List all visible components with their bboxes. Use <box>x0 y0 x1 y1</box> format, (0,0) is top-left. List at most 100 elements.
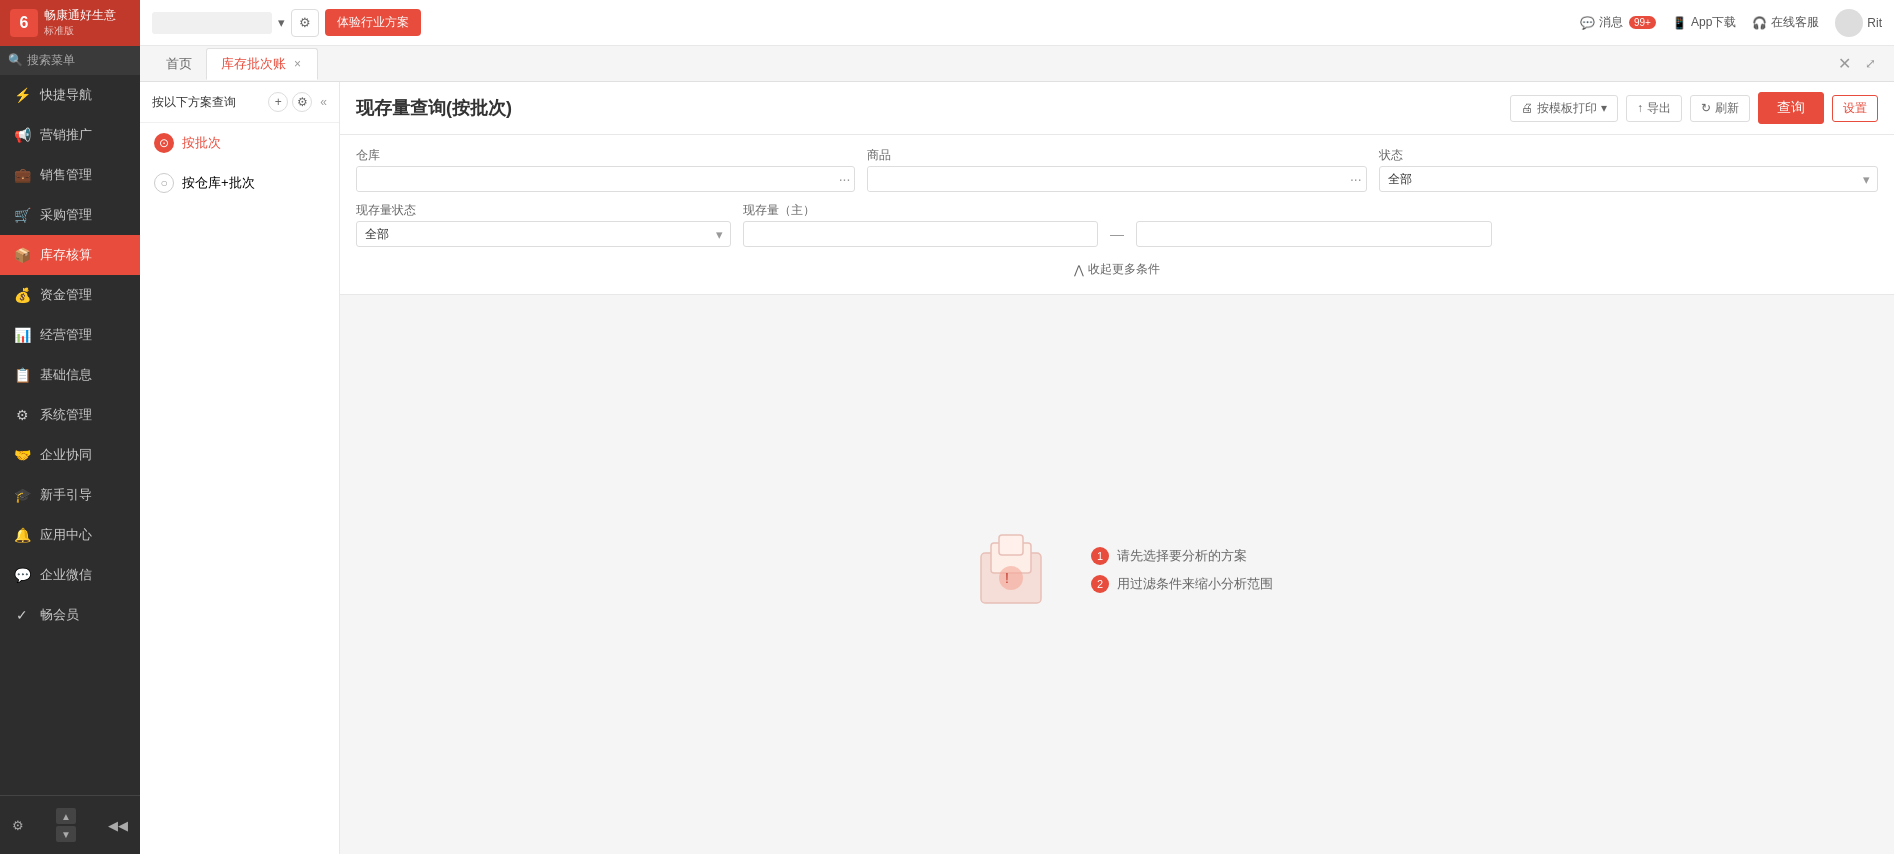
page-resize-icon[interactable]: ⤢ <box>1859 52 1882 75</box>
filter-item-batch-icon: ⊙ <box>154 133 174 153</box>
scroll-down-btn[interactable]: ▼ <box>56 826 76 842</box>
collapse-btn[interactable]: ⋀ 收起更多条件 <box>1062 257 1172 282</box>
tab-close-btn[interactable]: × <box>292 57 303 71</box>
messages-badge: 99+ <box>1629 16 1656 29</box>
sidebar-item-quick-nav[interactable]: ⚡ 快捷导航 <box>0 75 140 115</box>
print-template-btn[interactable]: 🖨 按模板打印 ▾ <box>1510 95 1618 122</box>
topbar-settings-btn[interactable]: ⚙ <box>291 9 319 37</box>
export-btn[interactable]: ↑ 导出 <box>1626 95 1682 122</box>
sidebar-item-label: 营销推广 <box>40 126 92 144</box>
warehouse-dots-btn[interactable]: ··· <box>835 169 855 189</box>
content-area: 按以下方案查询 + ⚙ « ⊙ 按批次 ○ 按仓库+批次 现存量查询(按批次) <box>140 82 1894 854</box>
collapse-icon: ⋀ <box>1074 263 1084 277</box>
empty-svg: ! <box>961 523 1061 623</box>
app-download-btn[interactable]: 📱 App下载 <box>1672 14 1736 31</box>
tab-home[interactable]: 首页 <box>152 49 206 79</box>
tab-home-label: 首页 <box>166 56 192 71</box>
warehouse-input[interactable] <box>357 167 835 191</box>
empty-state: ! 1 请先选择要分析的方案 2 用过滤条件来缩小分析范围 <box>340 295 1894 854</box>
stock-qty-min-input[interactable] <box>743 221 1099 247</box>
topbar-right: 💬 消息 99+ 📱 App下载 🎧 在线客服 Rit <box>1580 9 1882 37</box>
topbar-dropdown-icon[interactable]: ▾ <box>278 15 285 30</box>
product-input[interactable] <box>868 167 1346 191</box>
sidebar-item-sales[interactable]: 💼 销售管理 <box>0 155 140 195</box>
stock-status-select-wrapper: 全部 ▾ <box>356 221 731 247</box>
filter-item-batch-label: 按批次 <box>182 134 221 152</box>
status-label: 状态 <box>1379 147 1878 164</box>
footer-settings-icon[interactable]: ⚙ <box>12 818 24 833</box>
main-content: 现存量查询(按批次) 🖨 按模板打印 ▾ ↑ 导出 ↻ 刷新 <box>340 82 1894 854</box>
messages-btn[interactable]: 💬 消息 99+ <box>1580 14 1656 31</box>
purchase-icon: 🛒 <box>12 205 32 225</box>
operation-icon: 📊 <box>12 325 32 345</box>
sidebar-item-member[interactable]: ✓ 畅会员 <box>0 595 140 635</box>
empty-tip-2: 2 用过滤条件来缩小分析范围 <box>1091 575 1273 593</box>
filter-add-btn[interactable]: + <box>268 92 288 112</box>
settings-btn[interactable]: 设置 <box>1832 95 1878 122</box>
tab-batch-inventory-label: 库存批次账 <box>221 55 286 73</box>
print-template-label: 按模板打印 <box>1537 100 1597 117</box>
sidebar-item-finance[interactable]: 💰 资金管理 <box>0 275 140 315</box>
app-edition: 标准版 <box>44 24 116 38</box>
filter-settings-btn[interactable]: ⚙ <box>292 92 312 112</box>
username: Rit <box>1867 16 1882 30</box>
stock-qty-field: 现存量（主） — <box>743 202 1492 247</box>
sidebar-search[interactable]: 🔍 搜索菜单 <box>0 46 140 75</box>
footer-menu-icon[interactable]: ◀◀ <box>108 818 128 833</box>
stock-qty-label: 现存量（主） <box>743 202 1492 219</box>
sidebar-item-enterprise[interactable]: 🤝 企业协同 <box>0 435 140 475</box>
sidebar-item-system[interactable]: ⚙ 系统管理 <box>0 395 140 435</box>
breadcrumb-input[interactable] <box>152 12 272 34</box>
filter-item-by-batch[interactable]: ⊙ 按批次 <box>140 123 339 163</box>
user-avatar <box>1835 9 1863 37</box>
stock-status-field: 现存量状态 全部 ▾ <box>356 202 731 247</box>
basic-icon: 📋 <box>12 365 32 385</box>
sidebar-item-label: 应用中心 <box>40 526 92 544</box>
sidebar-item-operation[interactable]: 📊 经营管理 <box>0 315 140 355</box>
filter-item-by-warehouse-batch[interactable]: ○ 按仓库+批次 <box>140 163 339 203</box>
refresh-label: 刷新 <box>1715 100 1739 117</box>
empty-tip-1: 1 请先选择要分析的方案 <box>1091 547 1273 565</box>
filter-item-warehouse-batch-label: 按仓库+批次 <box>182 174 255 192</box>
stock-qty-max-input[interactable] <box>1136 221 1492 247</box>
form-row-1: 仓库 ··· 商品 ··· <box>356 147 1878 192</box>
query-btn[interactable]: 查询 <box>1758 92 1824 124</box>
tip-num-2: 2 <box>1091 575 1109 593</box>
guide-icon: 🎓 <box>12 485 32 505</box>
topbar-left: ▾ ⚙ 体验行业方案 <box>152 9 1572 37</box>
product-dots-btn[interactable]: ··· <box>1346 169 1366 189</box>
refresh-btn[interactable]: ↻ 刷新 <box>1690 95 1750 122</box>
scroll-up-btn[interactable]: ▲ <box>56 808 76 824</box>
svg-text:!: ! <box>1005 570 1009 586</box>
status-select[interactable]: 全部 正常 停用 <box>1379 166 1878 192</box>
sidebar-item-basic[interactable]: 📋 基础信息 <box>0 355 140 395</box>
appstore-icon: 🔔 <box>12 525 32 545</box>
range-separator: — <box>1102 226 1132 242</box>
service-icon: 🎧 <box>1752 16 1767 30</box>
sidebar-item-label: 库存核算 <box>40 246 92 264</box>
sidebar-item-guide[interactable]: 🎓 新手引导 <box>0 475 140 515</box>
sidebar-item-wechat[interactable]: 💬 企业微信 <box>0 555 140 595</box>
stock-status-select[interactable]: 全部 <box>356 221 731 247</box>
sales-icon: 💼 <box>12 165 32 185</box>
online-service-btn[interactable]: 🎧 在线客服 <box>1752 14 1819 31</box>
trial-btn[interactable]: 体验行业方案 <box>325 9 421 36</box>
svg-point-3 <box>999 566 1023 590</box>
sidebar-item-marketing[interactable]: 📢 营销推广 <box>0 115 140 155</box>
finance-icon: 💰 <box>12 285 32 305</box>
app-download-label: App下载 <box>1691 14 1736 31</box>
print-dropdown-icon[interactable]: ▾ <box>1601 101 1607 115</box>
sidebar-item-purchase[interactable]: 🛒 采购管理 <box>0 195 140 235</box>
svg-rect-2 <box>999 535 1023 555</box>
tab-batch-inventory[interactable]: 库存批次账 × <box>206 48 318 80</box>
empty-illustration: ! <box>961 523 1061 626</box>
sidebar-item-appstore[interactable]: 🔔 应用中心 <box>0 515 140 555</box>
app-info: 畅康通好生意 标准版 <box>44 8 116 38</box>
page-header: 现存量查询(按批次) 🖨 按模板打印 ▾ ↑ 导出 ↻ 刷新 <box>340 82 1894 135</box>
user-profile[interactable]: Rit <box>1835 9 1882 37</box>
collapse-label: 收起更多条件 <box>1088 261 1160 278</box>
page-close-btn[interactable]: ✕ <box>1830 50 1859 77</box>
sidebar-item-inventory[interactable]: 📦 库存核算 <box>0 235 140 275</box>
filter-collapse-btn[interactable]: « <box>320 95 327 109</box>
sidebar-scroll-controls: ▲ ▼ <box>56 804 76 846</box>
